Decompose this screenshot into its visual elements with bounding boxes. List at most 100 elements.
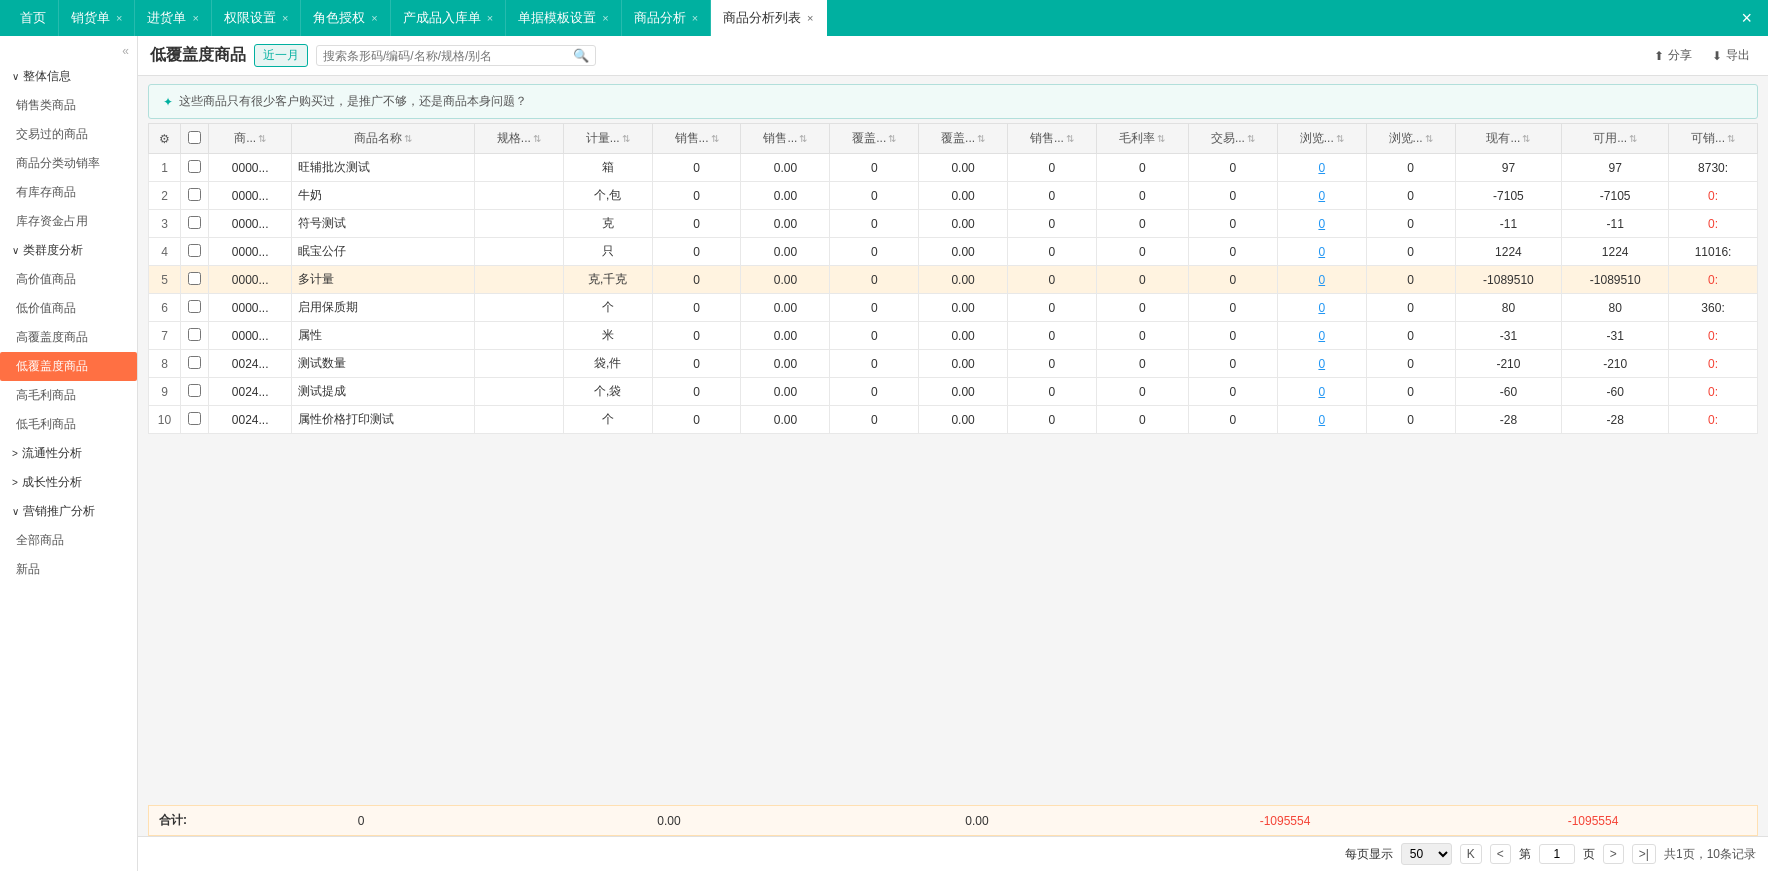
sidebar-item-category-rate[interactable]: 商品分类动销率 [0, 149, 137, 178]
sidebar-section-flow[interactable]: > 流通性分析 [0, 439, 137, 468]
prev-page-button[interactable]: < [1490, 844, 1511, 864]
col-sales-qty[interactable]: 销售...⇅ [652, 124, 741, 154]
search-input[interactable] [323, 49, 573, 63]
sidebar-section-abundance[interactable]: ∨ 类群度分析 [0, 236, 137, 265]
col-code[interactable]: 商...⇅ [209, 124, 292, 154]
row-checkbox[interactable] [188, 412, 201, 425]
share-button[interactable]: ⬆ 分享 [1648, 45, 1698, 66]
sidebar-item-low-value[interactable]: 低价值商品 [0, 294, 137, 323]
nav-close-product-analysis[interactable]: × [692, 12, 698, 24]
sidebar-section-growth[interactable]: > 成长性分析 [0, 468, 137, 497]
col-cov1[interactable]: 覆盖...⇅ [830, 124, 919, 154]
row-view1[interactable]: 0 [1277, 154, 1366, 182]
view-link[interactable]: 0 [1318, 217, 1325, 231]
row-checkbox-cell[interactable] [181, 350, 209, 378]
time-filter-button[interactable]: 近一月 [254, 44, 308, 67]
col-checkbox[interactable] [181, 124, 209, 154]
col-available[interactable]: 可用...⇅ [1562, 124, 1669, 154]
row-checkbox-cell[interactable] [181, 406, 209, 434]
select-all-checkbox[interactable] [188, 131, 201, 144]
col-view1[interactable]: 浏览...⇅ [1277, 124, 1366, 154]
view-link[interactable]: 0 [1318, 357, 1325, 371]
row-checkbox-cell[interactable] [181, 238, 209, 266]
sidebar-item-sales-products[interactable]: 销售类商品 [0, 91, 137, 120]
nav-analysis-list[interactable]: 商品分析列表 × [711, 0, 826, 36]
row-view1[interactable]: 0 [1277, 266, 1366, 294]
view-link[interactable]: 0 [1318, 385, 1325, 399]
sidebar-collapse-btn[interactable]: « [0, 40, 137, 62]
row-checkbox-cell[interactable] [181, 266, 209, 294]
row-checkbox[interactable] [188, 328, 201, 341]
row-view1[interactable]: 0 [1277, 378, 1366, 406]
row-view1[interactable]: 0 [1277, 406, 1366, 434]
nav-sales-order[interactable]: 销货单 × [59, 0, 135, 36]
col-sales-count[interactable]: 销售...⇅ [1008, 124, 1097, 154]
row-checkbox[interactable] [188, 356, 201, 369]
page-number-input[interactable] [1539, 844, 1575, 864]
row-view1[interactable]: 0 [1277, 182, 1366, 210]
sidebar-section-marketing[interactable]: ∨ 营销推广分析 [0, 497, 137, 526]
sidebar-item-high-gross[interactable]: 高毛利商品 [0, 381, 137, 410]
col-current[interactable]: 现有...⇅ [1455, 124, 1562, 154]
page-size-select[interactable]: 50100200 [1401, 843, 1452, 865]
row-checkbox-cell[interactable] [181, 322, 209, 350]
row-checkbox[interactable] [188, 272, 201, 285]
nav-close-sales-order[interactable]: × [116, 12, 122, 24]
row-checkbox-cell[interactable] [181, 154, 209, 182]
nav-close-analysis-list[interactable]: × [807, 12, 813, 24]
view-link[interactable]: 0 [1318, 413, 1325, 427]
nav-product-inbound[interactable]: 产成品入库单 × [391, 0, 506, 36]
row-view1[interactable]: 0 [1277, 350, 1366, 378]
row-checkbox[interactable] [188, 188, 201, 201]
nav-close-product-inbound[interactable]: × [487, 12, 493, 24]
nav-role-auth[interactable]: 角色授权 × [301, 0, 390, 36]
nav-home[interactable]: 首页 [8, 0, 59, 36]
row-view1[interactable]: 0 [1277, 322, 1366, 350]
nav-product-analysis[interactable]: 商品分析 × [622, 0, 711, 36]
sidebar-item-low-gross[interactable]: 低毛利商品 [0, 410, 137, 439]
export-button[interactable]: ⬇ 导出 [1706, 45, 1756, 66]
col-sellable[interactable]: 可销...⇅ [1669, 124, 1758, 154]
col-unit[interactable]: 计量...⇅ [563, 124, 652, 154]
col-name[interactable]: 商品名称⇅ [292, 124, 475, 154]
view-link[interactable]: 0 [1318, 273, 1325, 287]
table-container[interactable]: ⚙ 商...⇅ 商品名称⇅ 规格...⇅ 计量...⇅ 销售...⇅ 销售...… [148, 123, 1758, 805]
nav-template-settings[interactable]: 单据模板设置 × [506, 0, 621, 36]
col-spec[interactable]: 规格...⇅ [474, 124, 563, 154]
view-link[interactable]: 0 [1318, 245, 1325, 259]
col-gross-rate[interactable]: 毛利率⇅ [1096, 124, 1188, 154]
row-checkbox-cell[interactable] [181, 182, 209, 210]
row-view1[interactable]: 0 [1277, 238, 1366, 266]
nav-permissions[interactable]: 权限设置 × [212, 0, 301, 36]
nav-close-all[interactable]: × [1733, 8, 1760, 29]
nav-close-purchase[interactable]: × [192, 12, 198, 24]
col-cov2[interactable]: 覆盖...⇅ [919, 124, 1008, 154]
view-link[interactable]: 0 [1318, 301, 1325, 315]
row-checkbox-cell[interactable] [181, 294, 209, 322]
col-setting[interactable]: ⚙ [149, 124, 181, 154]
sidebar-item-high-coverage[interactable]: 高覆盖度商品 [0, 323, 137, 352]
col-trade[interactable]: 交易...⇅ [1189, 124, 1278, 154]
row-checkbox[interactable] [188, 244, 201, 257]
sidebar-section-overall[interactable]: ∨ 整体信息 [0, 62, 137, 91]
sidebar-item-high-value[interactable]: 高价值商品 [0, 265, 137, 294]
row-view1[interactable]: 0 [1277, 294, 1366, 322]
view-link[interactable]: 0 [1318, 161, 1325, 175]
sidebar-item-with-stock[interactable]: 有库存商品 [0, 178, 137, 207]
col-sales-amt[interactable]: 销售...⇅ [741, 124, 830, 154]
sidebar-item-stock-capital[interactable]: 库存资金占用 [0, 207, 137, 236]
view-link[interactable]: 0 [1318, 329, 1325, 343]
row-checkbox[interactable] [188, 300, 201, 313]
row-checkbox[interactable] [188, 216, 201, 229]
sidebar-item-low-coverage[interactable]: 低覆盖度商品 [0, 352, 137, 381]
view-link[interactable]: 0 [1318, 189, 1325, 203]
first-page-button[interactable]: K [1460, 844, 1482, 864]
row-checkbox-cell[interactable] [181, 210, 209, 238]
next-page-button[interactable]: > [1603, 844, 1624, 864]
row-checkbox[interactable] [188, 384, 201, 397]
last-page-button[interactable]: >| [1632, 844, 1656, 864]
sidebar-item-all-products[interactable]: 全部商品 [0, 526, 137, 555]
sidebar-item-new-products[interactable]: 新品 [0, 555, 137, 584]
nav-close-role-auth[interactable]: × [371, 12, 377, 24]
nav-close-permissions[interactable]: × [282, 12, 288, 24]
